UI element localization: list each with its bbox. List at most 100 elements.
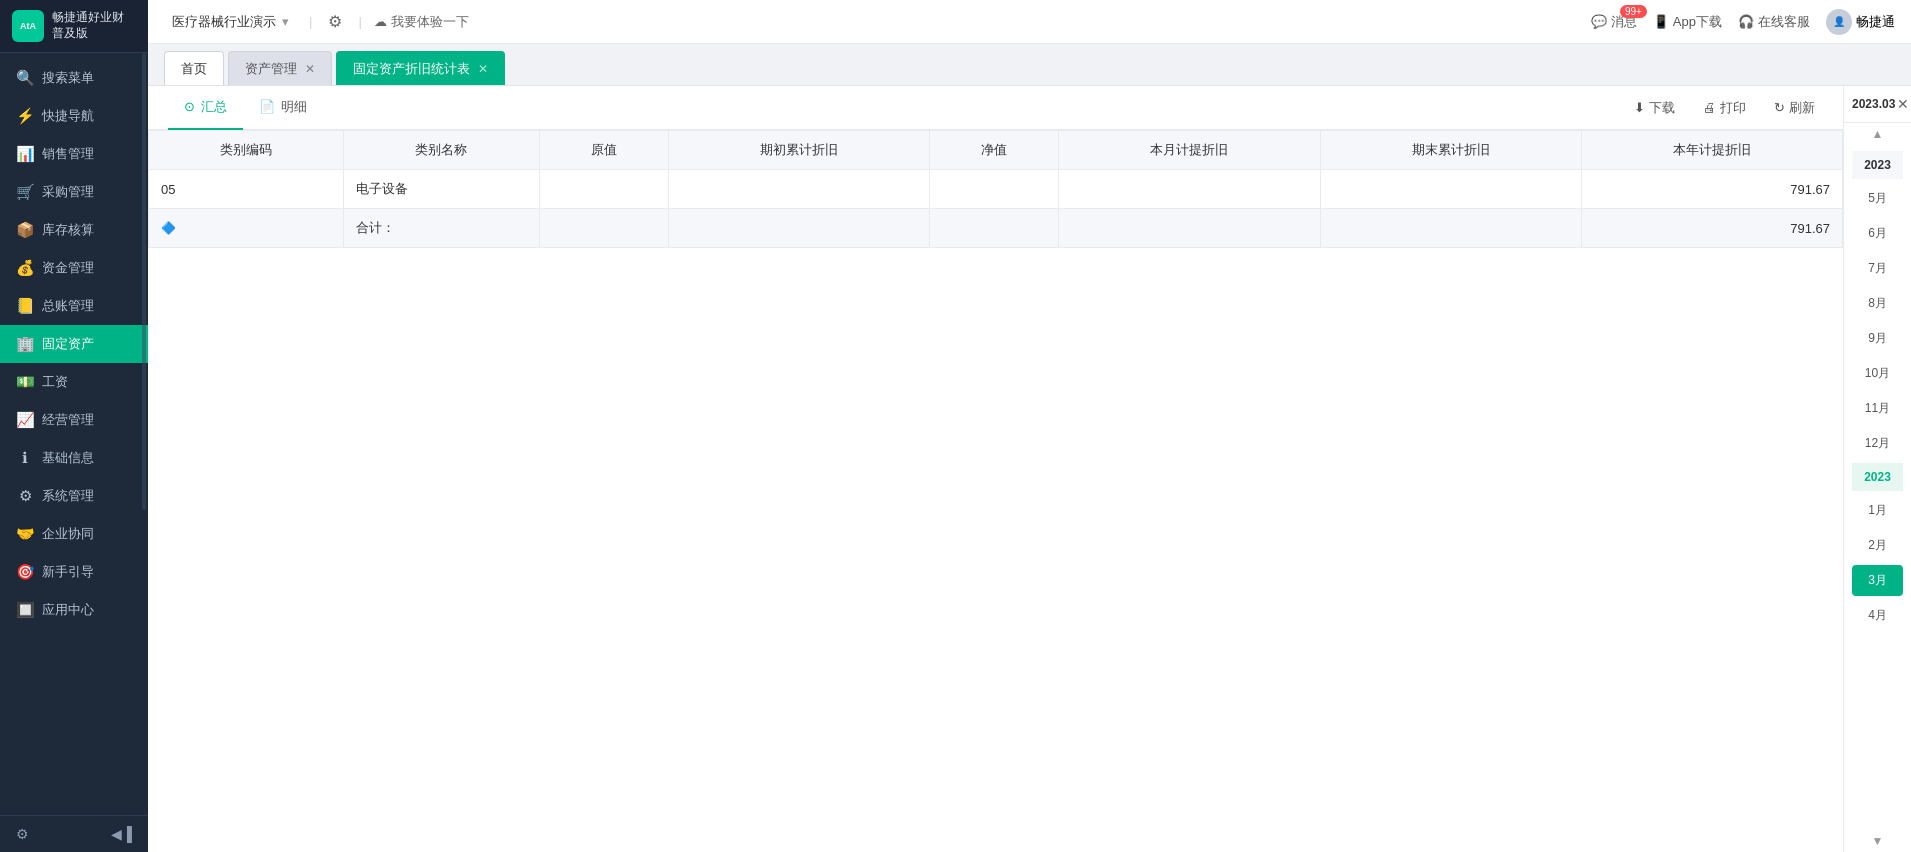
sidebar-item-salary[interactable]: 💵 工资 <box>0 363 148 401</box>
month-8-item[interactable]: 8月 <box>1852 288 1903 319</box>
date-scroll-down[interactable]: ▼ <box>1844 830 1911 852</box>
month-4-item[interactable]: 4月 <box>1852 600 1903 631</box>
message-badge: 99+ <box>1620 5 1647 18</box>
sidebar-item-enterprise[interactable]: 🤝 企业协同 <box>0 515 148 553</box>
month-1[interactable]: 1月 <box>1844 493 1911 528</box>
finance-icon: 💰 <box>16 259 34 277</box>
month-2-item[interactable]: 2月 <box>1852 530 1903 561</box>
topbar-right: 💬 消息 99+ 📱 App下载 🎧 在线客服 👤 畅捷通 <box>1591 9 1895 35</box>
cell-closing-accum <box>1320 170 1581 209</box>
download-icon: 📱 <box>1653 14 1669 29</box>
sidebar-logo: AtA 畅捷通好业财 普及版 <box>0 0 148 53</box>
col-opening-accum: 期初累计折旧 <box>668 131 929 170</box>
settings-footer-icon[interactable]: ⚙ <box>16 826 29 842</box>
sub-tab-summary[interactable]: ⊙ 汇总 <box>168 86 243 130</box>
month-6-item[interactable]: 6月 <box>1852 218 1903 249</box>
col-name: 类别名称 <box>344 131 539 170</box>
sidebar-item-sales[interactable]: 📊 销售管理 <box>0 135 148 173</box>
sidebar-item-operations[interactable]: 📈 经营管理 <box>0 401 148 439</box>
month-10[interactable]: 10月 <box>1844 356 1911 391</box>
sidebar-item-quick-nav[interactable]: ⚡ 快捷导航 <box>0 97 148 135</box>
company-name: 医疗器械行业演示 <box>172 13 276 31</box>
close-panel-icon[interactable]: ✕ <box>1895 94 1911 114</box>
content-inner: ⊙ 汇总 📄 明细 ⬇ 下载 🖨 打印 <box>148 86 1843 852</box>
sub-tabs: ⊙ 汇总 📄 明细 ⬇ 下载 🖨 打印 <box>148 86 1843 130</box>
sidebar-item-basic-info[interactable]: ℹ 基础信息 <box>0 439 148 477</box>
month-7[interactable]: 7月 <box>1844 251 1911 286</box>
month-12-item[interactable]: 12月 <box>1852 428 1903 459</box>
logo-text: 畅捷通好业财 普及版 <box>52 10 124 41</box>
month-4[interactable]: 4月 <box>1844 598 1911 633</box>
app-center-icon: 🔲 <box>16 601 34 619</box>
month-5[interactable]: 5月 <box>1844 181 1911 216</box>
date-scroll-up[interactable]: ▲ <box>1844 123 1911 145</box>
salary-icon: 💵 <box>16 373 34 391</box>
month-9-item[interactable]: 9月 <box>1852 323 1903 354</box>
month-3-selected[interactable]: 3月 <box>1844 563 1911 598</box>
sales-icon: 📊 <box>16 145 34 163</box>
tabs-bar: 首页 资产管理 ✕ 固定资产折旧统计表 ✕ <box>148 44 1911 86</box>
topbar-settings-icon[interactable]: ⚙ <box>324 8 346 35</box>
sidebar-item-finance[interactable]: 💰 资金管理 <box>0 249 148 287</box>
month-8[interactable]: 8月 <box>1844 286 1911 321</box>
cloud-icon: ☁ <box>374 14 387 29</box>
sidebar-item-inventory[interactable]: 📦 库存核算 <box>0 211 148 249</box>
cell-opening-accum <box>668 170 929 209</box>
topbar: 医疗器械行业演示 ▾ | ⚙ | ☁ 我要体验一下 💬 消息 99+ 📱 App… <box>148 0 1911 44</box>
tab-home[interactable]: 首页 <box>164 51 224 85</box>
sidebar: AtA 畅捷通好业财 普及版 🔍 搜索菜单 ⚡ 快捷导航 📊 销售管理 🛒 采购… <box>0 0 148 852</box>
tab-close-asset-mgmt[interactable]: ✕ <box>305 62 315 76</box>
subtotal-closing-accum <box>1320 209 1581 248</box>
download-button[interactable]: ⬇ 下载 <box>1626 95 1683 121</box>
online-service-button[interactable]: 🎧 在线客服 <box>1738 13 1810 31</box>
sidebar-item-search[interactable]: 🔍 搜索菜单 <box>0 59 148 97</box>
tab-close-depreciation[interactable]: ✕ <box>478 62 488 76</box>
sub-tab-detail[interactable]: 📄 明细 <box>243 86 323 130</box>
message-button[interactable]: 💬 消息 99+ <box>1591 13 1637 31</box>
month-9[interactable]: 9月 <box>1844 321 1911 356</box>
topbar-divider: | <box>309 14 312 29</box>
user-profile[interactable]: 👤 畅捷通 <box>1826 9 1895 35</box>
summary-icon: ⊙ <box>184 99 195 114</box>
date-panel: 2023.03 ✕ ⤢ ▲ 2023 5月 6月 7月 <box>1843 86 1911 852</box>
sidebar-item-ledger[interactable]: 📒 总账管理 <box>0 287 148 325</box>
sidebar-item-fixed-assets[interactable]: 🏢 固定资产 <box>0 325 148 363</box>
sidebar-item-guide[interactable]: 🎯 新手引导 <box>0 553 148 591</box>
tab-asset-mgmt[interactable]: 资产管理 ✕ <box>228 51 332 85</box>
month-11[interactable]: 11月 <box>1844 391 1911 426</box>
subtotal-opening-accum <box>668 209 929 248</box>
sidebar-nav: 🔍 搜索菜单 ⚡ 快捷导航 📊 销售管理 🛒 采购管理 📦 库存核算 💰 资金管… <box>0 53 148 815</box>
purchase-icon: 🛒 <box>16 183 34 201</box>
print-button[interactable]: 🖨 打印 <box>1695 95 1754 121</box>
app-download-button[interactable]: 📱 App下载 <box>1653 13 1722 31</box>
topbar-divider2: | <box>358 14 361 29</box>
refresh-button[interactable]: ↻ 刷新 <box>1766 95 1823 121</box>
month-2[interactable]: 2月 <box>1844 528 1911 563</box>
sidebar-scrollbar[interactable] <box>142 53 146 510</box>
col-code: 类别编码 <box>149 131 344 170</box>
tab-depreciation[interactable]: 固定资产折旧统计表 ✕ <box>336 51 505 85</box>
month-10-item[interactable]: 10月 <box>1852 358 1903 389</box>
sidebar-item-system[interactable]: ⚙ 系统管理 <box>0 477 148 515</box>
sidebar-item-app-center[interactable]: 🔲 应用中心 <box>0 591 148 629</box>
month-1-item[interactable]: 1月 <box>1852 495 1903 526</box>
message-icon: 💬 <box>1591 14 1607 29</box>
enterprise-icon: 🤝 <box>16 525 34 543</box>
logo-icon: AtA <box>12 10 44 42</box>
month-6[interactable]: 6月 <box>1844 216 1911 251</box>
month-3-item[interactable]: 3月 <box>1852 565 1903 596</box>
main-area: 医疗器械行业演示 ▾ | ⚙ | ☁ 我要体验一下 💬 消息 99+ 📱 App… <box>148 0 1911 852</box>
subtotal-yearly: 791.67 <box>1581 209 1842 248</box>
month-12[interactable]: 12月 <box>1844 426 1911 461</box>
month-5-item[interactable]: 5月 <box>1852 183 1903 214</box>
guide-icon: 🎯 <box>16 563 34 581</box>
experience-button[interactable]: ☁ 我要体验一下 <box>374 13 469 31</box>
sidebar-item-purchase[interactable]: 🛒 采购管理 <box>0 173 148 211</box>
col-original: 原值 <box>539 131 668 170</box>
depreciation-table: 类别编码 类别名称 原值 期初累计折旧 净值 本月计提折旧 期末累计折旧 本年计… <box>148 130 1843 248</box>
collapse-icon[interactable]: ◀▐ <box>111 826 132 842</box>
month-11-item[interactable]: 11月 <box>1852 393 1903 424</box>
month-7-item[interactable]: 7月 <box>1852 253 1903 284</box>
company-selector[interactable]: 医疗器械行业演示 ▾ <box>164 9 297 35</box>
cell-net <box>930 170 1059 209</box>
